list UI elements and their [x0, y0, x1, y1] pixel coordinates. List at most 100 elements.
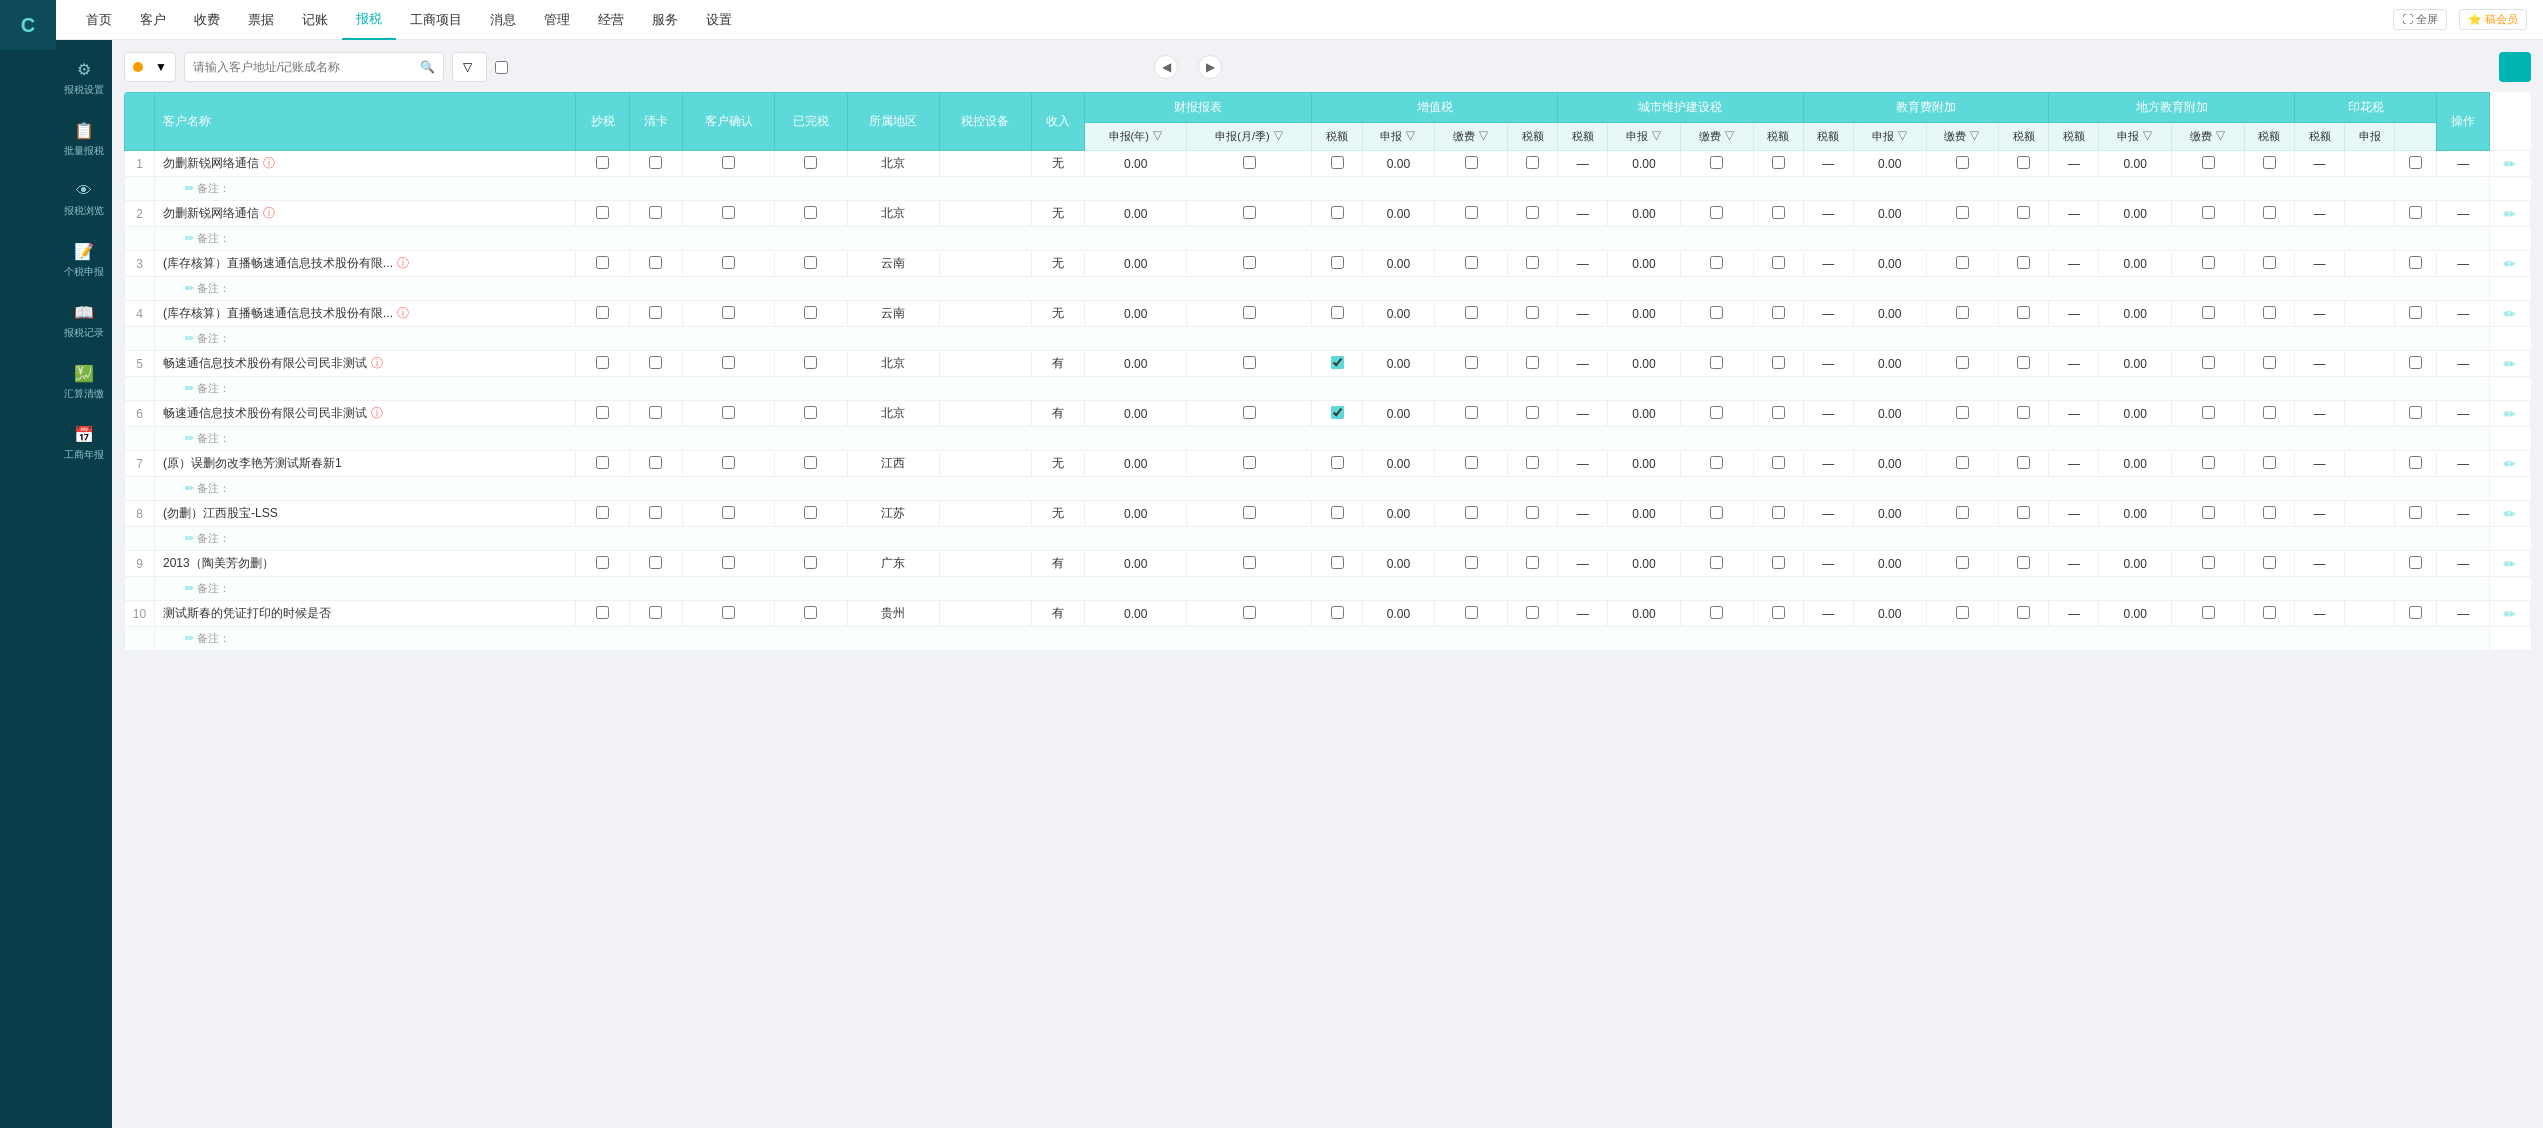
ledu-declare-checkbox[interactable]	[2202, 306, 2215, 319]
confirm-checkbox[interactable]	[722, 556, 735, 569]
edit-icon[interactable]: ✏	[2504, 256, 2516, 272]
date-prev-button[interactable]: ◀	[1154, 55, 1178, 79]
sub-nav-tax-browse[interactable]: 👁 报税浏览	[56, 170, 112, 230]
edit-icon[interactable]: ✏	[2504, 206, 2516, 222]
warning-icon[interactable]: ⓘ	[263, 206, 275, 220]
ledu-declare-checkbox[interactable]	[2202, 456, 2215, 469]
edu-declare-checkbox[interactable]	[1956, 256, 1969, 269]
city-pay-checkbox[interactable]	[1772, 406, 1785, 419]
fullscreen-btn[interactable]: ⛶ 全屏	[2393, 9, 2447, 30]
fin-year-checkbox[interactable]	[1243, 606, 1256, 619]
fin-month-checkbox[interactable]	[1331, 306, 1344, 319]
fin-month-checkbox[interactable]	[1331, 456, 1344, 469]
fin-month-checkbox[interactable]	[1331, 156, 1344, 169]
vat-pay-checkbox[interactable]	[1526, 406, 1539, 419]
chao-checkbox[interactable]	[596, 556, 609, 569]
vat-pay-checkbox[interactable]	[1526, 306, 1539, 319]
edu-pay-checkbox[interactable]	[2017, 256, 2030, 269]
city-declare-checkbox[interactable]	[1710, 456, 1723, 469]
warning-icon[interactable]: ⓘ	[397, 306, 409, 320]
stamp-declare-checkbox[interactable]	[2409, 506, 2422, 519]
ledu-pay-checkbox[interactable]	[2263, 406, 2276, 419]
qingka-checkbox[interactable]	[649, 356, 662, 369]
edit-icon[interactable]: ✏	[2504, 156, 2516, 172]
ledu-declare-checkbox[interactable]	[2202, 606, 2215, 619]
fin-year-checkbox[interactable]	[1243, 356, 1256, 369]
edit-icon[interactable]: ✏	[2504, 606, 2516, 622]
edu-pay-checkbox[interactable]	[2017, 206, 2030, 219]
remark-edit-icon[interactable]: ✏	[185, 582, 194, 594]
stamp-declare-checkbox[interactable]	[2409, 256, 2422, 269]
qingka-checkbox[interactable]	[649, 406, 662, 419]
sub-nav-batch-tax[interactable]: 📋 批量报税	[56, 109, 112, 170]
paid-checkbox[interactable]	[804, 506, 817, 519]
chao-checkbox[interactable]	[596, 156, 609, 169]
city-declare-checkbox[interactable]	[1710, 356, 1723, 369]
edu-pay-checkbox[interactable]	[2017, 356, 2030, 369]
ledu-declare-checkbox[interactable]	[2202, 406, 2215, 419]
remark-edit-icon[interactable]: ✏	[185, 532, 194, 544]
vat-pay-checkbox[interactable]	[1526, 356, 1539, 369]
paid-checkbox[interactable]	[804, 356, 817, 369]
sub-nav-annual-settle[interactable]: 💹 汇算清缴	[56, 352, 112, 413]
edu-declare-checkbox[interactable]	[1956, 556, 1969, 569]
search-icon[interactable]: 🔍	[420, 60, 435, 74]
qingka-checkbox[interactable]	[649, 606, 662, 619]
ledu-pay-checkbox[interactable]	[2263, 606, 2276, 619]
remark-edit-icon[interactable]: ✏	[185, 632, 194, 644]
edu-declare-checkbox[interactable]	[1956, 406, 1969, 419]
ledu-pay-checkbox[interactable]	[2263, 456, 2276, 469]
edit-icon[interactable]: ✏	[2504, 306, 2516, 322]
city-declare-checkbox[interactable]	[1710, 556, 1723, 569]
ledu-pay-checkbox[interactable]	[2263, 506, 2276, 519]
remark-edit-icon[interactable]: ✏	[185, 182, 194, 194]
city-pay-checkbox[interactable]	[1772, 506, 1785, 519]
vat-declare-checkbox[interactable]	[1465, 506, 1478, 519]
stamp-declare-checkbox[interactable]	[2409, 306, 2422, 319]
ledu-declare-checkbox[interactable]	[2202, 506, 2215, 519]
nav-billing[interactable]: 收费	[180, 0, 234, 40]
ledu-pay-checkbox[interactable]	[2263, 556, 2276, 569]
qingka-checkbox[interactable]	[649, 506, 662, 519]
qingka-checkbox[interactable]	[649, 306, 662, 319]
sub-nav-tax-record[interactable]: 📖 报税记录	[56, 291, 112, 352]
employee-filter[interactable]: ▼	[124, 52, 176, 82]
edu-pay-checkbox[interactable]	[2017, 556, 2030, 569]
city-pay-checkbox[interactable]	[1772, 456, 1785, 469]
paid-checkbox[interactable]	[804, 306, 817, 319]
stamp-declare-checkbox[interactable]	[2409, 356, 2422, 369]
nav-invoice[interactable]: 票据	[234, 0, 288, 40]
ledu-pay-checkbox[interactable]	[2263, 256, 2276, 269]
sub-nav-annual-report[interactable]: 📅 工商年报	[56, 413, 112, 474]
nav-manage[interactable]: 管理	[530, 0, 584, 40]
sub-nav-tax-settings[interactable]: ⚙ 报税设置	[56, 48, 112, 109]
chao-checkbox[interactable]	[596, 406, 609, 419]
edu-declare-checkbox[interactable]	[1956, 206, 1969, 219]
fin-year-checkbox[interactable]	[1243, 256, 1256, 269]
paid-checkbox[interactable]	[804, 206, 817, 219]
edu-declare-checkbox[interactable]	[1956, 356, 1969, 369]
city-pay-checkbox[interactable]	[1772, 206, 1785, 219]
fin-month-checkbox[interactable]	[1331, 506, 1344, 519]
qingka-checkbox[interactable]	[649, 206, 662, 219]
fin-year-checkbox[interactable]	[1243, 556, 1256, 569]
fin-month-checkbox[interactable]	[1331, 356, 1344, 369]
city-pay-checkbox[interactable]	[1772, 306, 1785, 319]
member-btn[interactable]: ⭐ 稿会员	[2459, 9, 2527, 30]
edu-pay-checkbox[interactable]	[2017, 456, 2030, 469]
city-declare-checkbox[interactable]	[1710, 256, 1723, 269]
chao-checkbox[interactable]	[596, 606, 609, 619]
vat-declare-checkbox[interactable]	[1465, 556, 1478, 569]
vat-declare-checkbox[interactable]	[1465, 206, 1478, 219]
remark-edit-icon[interactable]: ✏	[185, 432, 194, 444]
paid-checkbox[interactable]	[804, 456, 817, 469]
nav-message[interactable]: 消息	[476, 0, 530, 40]
sub-nav-personal-tax[interactable]: 📝 个税申报	[56, 230, 112, 291]
city-pay-checkbox[interactable]	[1772, 556, 1785, 569]
chao-checkbox[interactable]	[596, 256, 609, 269]
ledu-declare-checkbox[interactable]	[2202, 256, 2215, 269]
nav-settings[interactable]: 设置	[692, 0, 746, 40]
confirm-checkbox[interactable]	[722, 506, 735, 519]
stamp-declare-checkbox[interactable]	[2409, 556, 2422, 569]
nav-bookkeeping[interactable]: 记账	[288, 0, 342, 40]
